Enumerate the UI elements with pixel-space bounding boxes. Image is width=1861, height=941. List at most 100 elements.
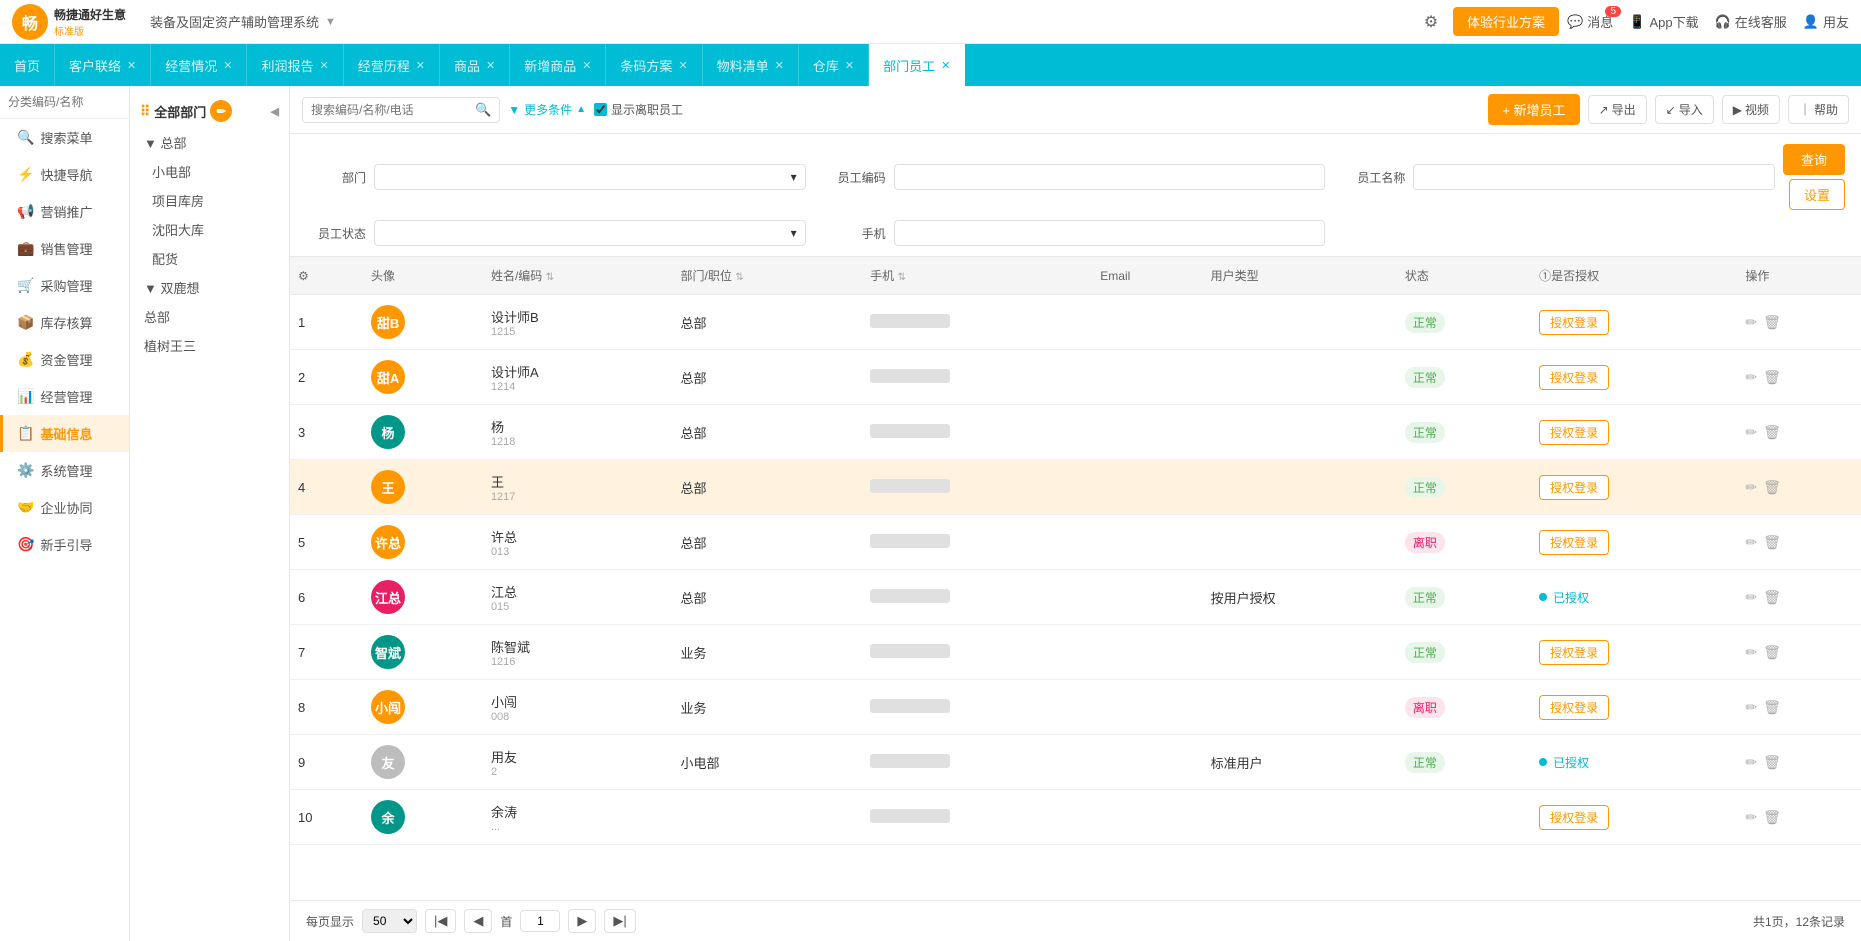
row-auth[interactable]: 授权登录 <box>1531 405 1737 460</box>
tab-close-icon[interactable]: ✕ <box>127 59 136 72</box>
edit-icon[interactable]: ✏ <box>1745 369 1757 386</box>
video-button[interactable]: ▶ 视频 <box>1722 95 1780 124</box>
dimission-checkbox-input[interactable] <box>594 103 607 116</box>
prev-page-button[interactable]: ◀ <box>464 909 492 933</box>
auth-button[interactable]: 授权登录 <box>1539 365 1609 390</box>
tab-close-icon[interactable]: ✕ <box>582 59 591 72</box>
delete-icon[interactable]: 🗑 <box>1763 754 1781 771</box>
dept-select[interactable]: ▾ <box>374 164 806 190</box>
import-button[interactable]: ↙ 导入 <box>1655 95 1714 124</box>
sidebar-item-资金管理[interactable]: 💰资金管理 <box>0 341 129 378</box>
add-employee-button[interactable]: + 新增员工 <box>1488 94 1579 125</box>
tab-close-icon[interactable]: ✕ <box>486 59 495 72</box>
nav-tab-条码方案[interactable]: 条码方案✕ <box>606 44 702 86</box>
page-number-input[interactable] <box>520 910 560 932</box>
sidebar-item-企业协同[interactable]: 🤝企业协同 <box>0 489 129 526</box>
nav-tab-首页[interactable]: 首页 <box>0 44 55 86</box>
search-input[interactable] <box>311 103 471 117</box>
sidebar-item-系统管理[interactable]: ⚙️系统管理 <box>0 452 129 489</box>
delete-icon[interactable]: 🗑 <box>1763 314 1781 331</box>
tab-close-icon[interactable]: ✕ <box>845 59 854 72</box>
nav-tab-经营历程[interactable]: 经营历程✕ <box>344 44 440 86</box>
dept-node-配货[interactable]: 配货 <box>130 244 289 273</box>
edit-icon[interactable]: ✏ <box>1745 314 1757 331</box>
auth-button[interactable]: 授权登录 <box>1539 695 1609 720</box>
sidebar-item-快捷导航[interactable]: ⚡快捷导航 <box>0 156 129 193</box>
sort-icon[interactable]: ⇅ <box>735 272 743 283</box>
auth-button[interactable]: 授权登录 <box>1539 805 1609 830</box>
row-auth[interactable]: 授权登录 <box>1531 680 1737 735</box>
nav-tab-部门员工[interactable]: 部门员工✕ <box>869 44 965 86</box>
sort-icon[interactable]: ⇅ <box>897 272 905 283</box>
nav-tab-经营情况[interactable]: 经营情况✕ <box>151 44 247 86</box>
row-auth[interactable]: 授权登录 <box>1531 350 1737 405</box>
col-header-name[interactable]: 姓名/编码 ⇅ <box>483 257 673 295</box>
nav-tab-新增商品[interactable]: 新增商品✕ <box>510 44 606 86</box>
sidebar-item-基础信息[interactable]: 📋基础信息 <box>0 415 129 452</box>
dept-collapse-icon[interactable]: ◀ <box>271 105 279 118</box>
sidebar-search-input[interactable] <box>8 95 130 109</box>
delete-icon[interactable]: 🗑 <box>1763 424 1781 441</box>
tab-close-icon[interactable]: ✕ <box>320 59 329 72</box>
auth-button[interactable]: 授权登录 <box>1539 475 1609 500</box>
row-auth[interactable]: 授权登录 <box>1531 790 1737 845</box>
set-button[interactable]: 设置 <box>1789 179 1845 210</box>
sidebar-item-库存核算[interactable]: 📦库存核算 <box>0 304 129 341</box>
settings-gear-icon[interactable]: ⚙ <box>1417 8 1445 36</box>
edit-icon[interactable]: ✏ <box>1745 534 1757 551</box>
delete-icon[interactable]: 🗑 <box>1763 369 1781 386</box>
dept-node-总部[interactable]: 总部 <box>130 302 289 331</box>
dept-node-总部[interactable]: ▼ 总部 <box>130 128 289 157</box>
per-page-select[interactable]: 50 100 200 <box>362 909 417 933</box>
row-auth[interactable]: 授权登录 <box>1531 295 1737 350</box>
col-header-phone[interactable]: 手机 ⇅ <box>862 257 1092 295</box>
sidebar-item-营销推广[interactable]: 📢营销推广 <box>0 193 129 230</box>
delete-icon[interactable]: 🗑 <box>1763 589 1781 606</box>
search-submit-icon[interactable]: 🔍 <box>475 102 491 118</box>
dept-node-沈阳大库[interactable]: 沈阳大库 <box>130 215 289 244</box>
dept-node-小电部[interactable]: 小电部 <box>130 157 289 186</box>
trial-button[interactable]: 体验行业方案 <box>1453 7 1559 36</box>
nav-tab-仓库[interactable]: 仓库✕ <box>799 44 869 86</box>
edit-icon[interactable]: ✏ <box>1745 644 1757 661</box>
tab-close-icon[interactable]: ✕ <box>941 59 950 72</box>
nav-tab-商品[interactable]: 商品✕ <box>440 44 510 86</box>
messages-button[interactable]: 💬 消息 5 <box>1567 12 1613 31</box>
tab-close-icon[interactable]: ✕ <box>416 59 425 72</box>
nav-tab-利润报告[interactable]: 利润报告✕ <box>247 44 343 86</box>
edit-icon[interactable]: ✏ <box>1745 479 1757 496</box>
sidebar-item-新手引导[interactable]: 🎯新手引导 <box>0 526 129 563</box>
sidebar-item-经营管理[interactable]: 📊经营管理 <box>0 378 129 415</box>
auth-button[interactable]: 授权登录 <box>1539 310 1609 335</box>
show-dimission-checkbox[interactable]: 显示离职员工 <box>594 101 683 118</box>
delete-icon[interactable]: 🗑 <box>1763 644 1781 661</box>
nav-tab-物料清单[interactable]: 物料清单✕ <box>703 44 799 86</box>
emp-name-input[interactable] <box>1413 164 1775 190</box>
help-button[interactable]: ｜ 帮助 <box>1788 95 1849 124</box>
edit-icon[interactable]: ✏ <box>1745 809 1757 826</box>
emp-status-select[interactable]: ▾ <box>374 220 806 246</box>
emp-code-input[interactable] <box>894 164 1326 190</box>
export-button[interactable]: ↗ 导出 <box>1588 95 1647 124</box>
delete-icon[interactable]: 🗑 <box>1763 699 1781 716</box>
auth-button[interactable]: 授权登录 <box>1539 640 1609 665</box>
col-header-dept[interactable]: 部门/职位 ⇅ <box>673 257 863 295</box>
auth-button[interactable]: 授权登录 <box>1539 420 1609 445</box>
tab-close-icon[interactable]: ✕ <box>775 59 784 72</box>
tab-close-icon[interactable]: ✕ <box>223 59 232 72</box>
sidebar-item-销售管理[interactable]: 💼销售管理 <box>0 230 129 267</box>
search-button[interactable]: 查询 <box>1783 144 1845 175</box>
more-filters-button[interactable]: ▼ 更多条件 ▲ <box>508 101 586 118</box>
last-page-button[interactable]: ▶| <box>604 909 635 933</box>
first-page-button[interactable]: |◀ <box>425 909 456 933</box>
next-page-button[interactable]: ▶ <box>568 909 596 933</box>
edit-icon[interactable]: ✏ <box>1745 589 1757 606</box>
sort-icon[interactable]: ⇅ <box>546 272 554 283</box>
dept-edit-button[interactable]: ✏ <box>210 100 232 122</box>
user-profile-button[interactable]: 👤 用友 <box>1803 12 1849 31</box>
row-auth[interactable]: 授权登录 <box>1531 625 1737 680</box>
nav-tab-客户联络[interactable]: 客户联络✕ <box>55 44 151 86</box>
row-auth[interactable]: 授权登录 <box>1531 460 1737 515</box>
delete-icon[interactable]: 🗑 <box>1763 534 1781 551</box>
edit-icon[interactable]: ✏ <box>1745 699 1757 716</box>
